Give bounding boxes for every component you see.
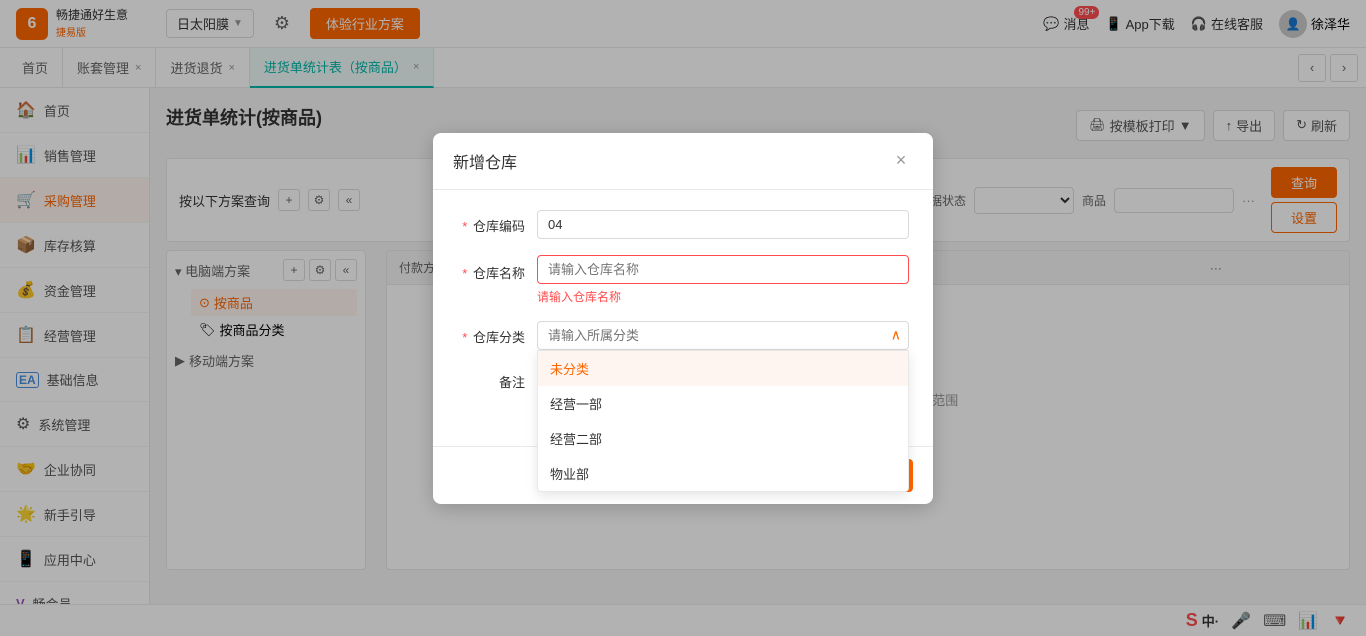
category-dropdown-list: 未分类 经营一部 经营二部 物业部 xyxy=(537,350,909,492)
modal-overlay[interactable]: 新增仓库 × * 仓库编码 * 仓库名称 xyxy=(0,0,1366,636)
modal-title: 新增仓库 xyxy=(453,149,517,173)
code-input[interactable] xyxy=(537,210,909,239)
modal-close-button[interactable]: × xyxy=(889,149,913,173)
form-row-name: * 仓库名称 请输入仓库名称 xyxy=(457,255,909,305)
dropdown-option-uncategorized[interactable]: 未分类 xyxy=(538,351,908,386)
dropdown-option-dept1[interactable]: 经营一部 xyxy=(538,386,908,421)
category-input[interactable] xyxy=(537,321,909,350)
name-row-inner: * 仓库名称 xyxy=(457,255,909,284)
code-label: * 仓库编码 xyxy=(457,210,537,235)
modal-body: * 仓库编码 * 仓库名称 请输入仓库名称 xyxy=(433,190,933,446)
name-input[interactable] xyxy=(537,255,909,284)
name-error-message: 请输入仓库名称 xyxy=(537,288,909,305)
dropdown-option-dept2[interactable]: 经营二部 xyxy=(538,421,908,456)
name-label: * 仓库名称 xyxy=(457,257,537,282)
category-dropdown-wrapper: ∧ 未分类 经营一部 经营二部 物业部 xyxy=(537,321,909,350)
dropdown-option-dept3[interactable]: 物业部 xyxy=(538,456,908,491)
form-row-code: * 仓库编码 xyxy=(457,210,909,239)
add-warehouse-modal: 新增仓库 × * 仓库编码 * 仓库名称 xyxy=(433,133,933,504)
note-label: 备注 xyxy=(457,366,537,391)
modal-header: 新增仓库 × xyxy=(433,133,933,190)
form-row-category: * 仓库分类 ∧ 未分类 经营一部 经营二部 物业部 xyxy=(457,321,909,350)
category-label: * 仓库分类 xyxy=(457,321,537,346)
name-error-area: 请输入仓库名称 xyxy=(457,284,909,305)
